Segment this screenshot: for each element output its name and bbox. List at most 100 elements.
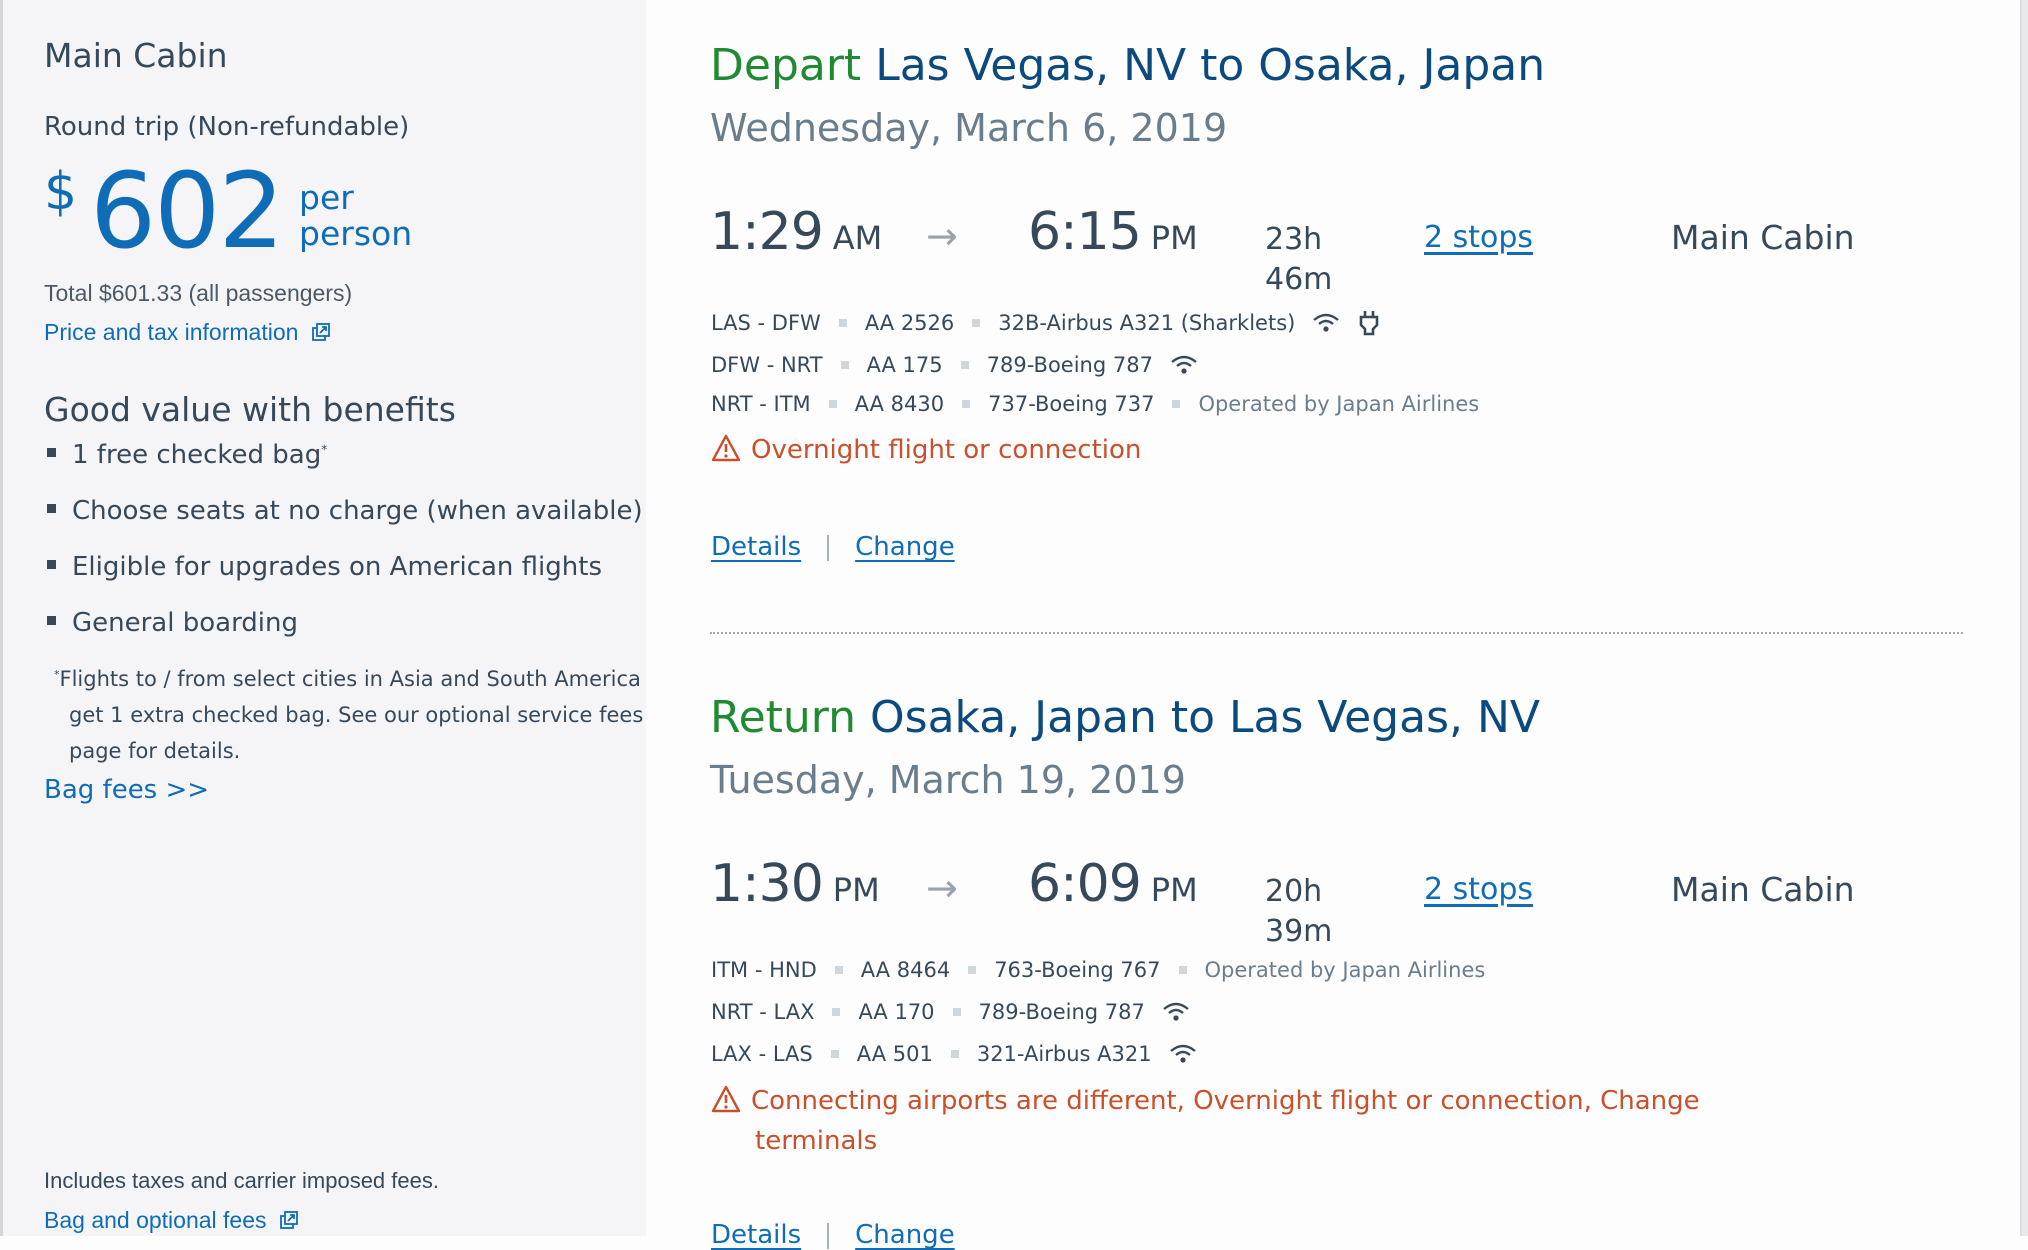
details-link[interactable]: Details xyxy=(711,1220,801,1250)
separator-dot xyxy=(832,1008,841,1016)
benefit-item: 1 free checked bag* xyxy=(47,440,327,470)
flight-number: AA 175 xyxy=(866,353,943,377)
return-date: Tuesday, March 19, 2019 xyxy=(710,758,1186,802)
footnote-marker: * xyxy=(321,442,328,457)
stops-link[interactable]: 2 stops xyxy=(1424,872,1533,907)
separator-dot xyxy=(962,400,971,408)
fare-summary-panel: Main Cabin Round trip (Non-refundable) $… xyxy=(0,0,646,1236)
depart-title: Depart Las Vegas, NV to Osaka, Japan xyxy=(710,40,1545,91)
page-right-border xyxy=(2020,0,2028,1236)
footnote-line: page for details. xyxy=(69,739,241,763)
trip-type: Round trip (Non-refundable) xyxy=(44,112,410,142)
return-departure-time-block: 1:30 PM xyxy=(710,854,880,914)
segment-route: LAX - LAS xyxy=(711,1042,813,1066)
aircraft-type: 789-Boeing 787 xyxy=(986,353,1153,377)
flight-warning: Connecting airports are different, Overn… xyxy=(711,1081,1700,1161)
return-route: Osaka, Japan to Las Vegas, NV xyxy=(870,692,1540,743)
change-link[interactable]: Change xyxy=(855,532,955,562)
flight-number: AA 501 xyxy=(856,1042,933,1066)
power-outlet-icon xyxy=(1360,311,1379,336)
depart-route: Las Vegas, NV to Osaka, Japan xyxy=(875,40,1546,91)
departure-ampm: AM xyxy=(832,219,883,257)
price-tax-info-label: Price and tax information xyxy=(44,319,299,345)
footnote-line: get 1 extra checked bag. See our optiona… xyxy=(69,703,644,727)
bag-optional-fees-link[interactable]: Bag and optional fees xyxy=(44,1207,299,1234)
per-person-label: per person xyxy=(299,180,412,252)
wifi-icon xyxy=(1163,1002,1189,1021)
price-amount: 602 xyxy=(90,150,285,272)
separator-dot xyxy=(950,1050,959,1058)
per-label: per xyxy=(299,178,354,217)
flight-number: AA 8464 xyxy=(860,958,951,982)
arrival-ampm: PM xyxy=(1150,219,1198,257)
separator-dot xyxy=(968,966,977,974)
benefit-item: General boarding xyxy=(47,608,298,638)
warning-icon xyxy=(711,1085,741,1112)
separator-dot xyxy=(1172,400,1181,408)
operated-by: Operated by Japan Airlines xyxy=(1198,392,1480,416)
external-link-icon xyxy=(280,1211,298,1229)
bag-fees-link[interactable]: Bag fees >> xyxy=(44,775,209,805)
footnote-text: Flights to / from select cities in Asia … xyxy=(59,667,641,691)
bullet-icon xyxy=(47,560,56,569)
benefit-text: Choose seats at no charge (when availabl… xyxy=(72,496,643,526)
flight-warning: Overnight flight or connection xyxy=(711,430,1141,470)
departure-ampm: PM xyxy=(832,871,880,909)
separator-dot xyxy=(838,319,847,327)
arrival-time: 6:09 xyxy=(1028,854,1142,914)
benefit-text: 1 free checked bag xyxy=(72,440,322,470)
segment-route: NRT - LAX xyxy=(711,1000,815,1024)
benefits-heading: Good value with benefits xyxy=(44,390,456,429)
segment-row: NRT - LAX AA 170 789-Boeing 787 xyxy=(711,1000,1191,1024)
flight-actions: Details Change xyxy=(711,532,955,562)
depart-time: 1:29 AM xyxy=(710,202,882,262)
details-link[interactable]: Details xyxy=(711,532,801,562)
warning-text: Connecting airports are different, Overn… xyxy=(751,1086,1700,1116)
footnote-line: *Flights to / from select cities in Asia… xyxy=(54,667,641,691)
operated-by: Operated by Japan Airlines xyxy=(1204,958,1486,982)
arrival-time: 6:15 xyxy=(1028,202,1142,262)
arrival-ampm: PM xyxy=(1150,871,1198,909)
flight-number: AA 8430 xyxy=(854,392,945,416)
arrow-right-icon: → xyxy=(926,866,958,910)
separator-dot xyxy=(960,361,969,369)
bag-optional-fees-label: Bag and optional fees xyxy=(44,1207,267,1233)
depart-keyword: Depart xyxy=(710,40,862,91)
external-link-icon xyxy=(311,323,330,341)
separator-dot xyxy=(840,361,849,369)
duration-hours: 20h xyxy=(1265,874,1323,909)
benefit-text: Eligible for upgrades on American flight… xyxy=(72,552,602,582)
segment-row: LAS - DFW AA 2526 32B-Airbus A321 (Shark… xyxy=(711,310,1381,336)
benefit-item: Choose seats at no charge (when availabl… xyxy=(47,496,643,526)
flight-duration: 20h 39m xyxy=(1265,872,1332,952)
divider xyxy=(827,534,830,561)
warning-icon xyxy=(711,434,741,461)
benefit-item: Eligible for upgrades on American flight… xyxy=(47,552,602,582)
return-keyword: Return xyxy=(710,692,857,743)
aircraft-type: 32B-Airbus A321 (Sharklets) xyxy=(998,311,1296,335)
stops-link[interactable]: 2 stops xyxy=(1424,220,1533,255)
aircraft-type: 321-Airbus A321 xyxy=(976,1042,1152,1066)
warning-text: Overnight flight or connection xyxy=(751,435,1142,465)
segment-route: ITM - HND xyxy=(711,958,817,982)
segment-row: ITM - HND AA 8464 763-Boeing 767 Operate… xyxy=(711,958,1485,982)
segment-row: LAX - LAS AA 501 321-Airbus A321 xyxy=(711,1042,1198,1066)
wifi-icon xyxy=(1171,355,1197,374)
cabin-class: Main Cabin xyxy=(1671,218,1855,257)
duration-hours: 23h xyxy=(1265,222,1323,257)
separator-dot xyxy=(834,966,843,974)
change-link[interactable]: Change xyxy=(855,1220,955,1250)
aircraft-type: 763-Boeing 767 xyxy=(994,958,1161,982)
wifi-icon xyxy=(1169,1044,1196,1063)
separator-dot xyxy=(830,1050,839,1058)
separator-dot xyxy=(972,319,981,327)
person-label: person xyxy=(299,214,413,253)
cabin-class: Main Cabin xyxy=(1671,870,1855,909)
aircraft-type: 737-Boeing 737 xyxy=(988,392,1155,416)
warning-text-continued: terminals xyxy=(755,1126,878,1156)
cabin-title: Main Cabin xyxy=(44,36,228,75)
price-tax-info-link[interactable]: Price and tax information xyxy=(44,319,331,346)
includes-taxes-note: Includes taxes and carrier imposed fees. xyxy=(44,1168,439,1193)
bullet-icon xyxy=(47,616,56,625)
duration-minutes: 46m xyxy=(1265,262,1333,297)
